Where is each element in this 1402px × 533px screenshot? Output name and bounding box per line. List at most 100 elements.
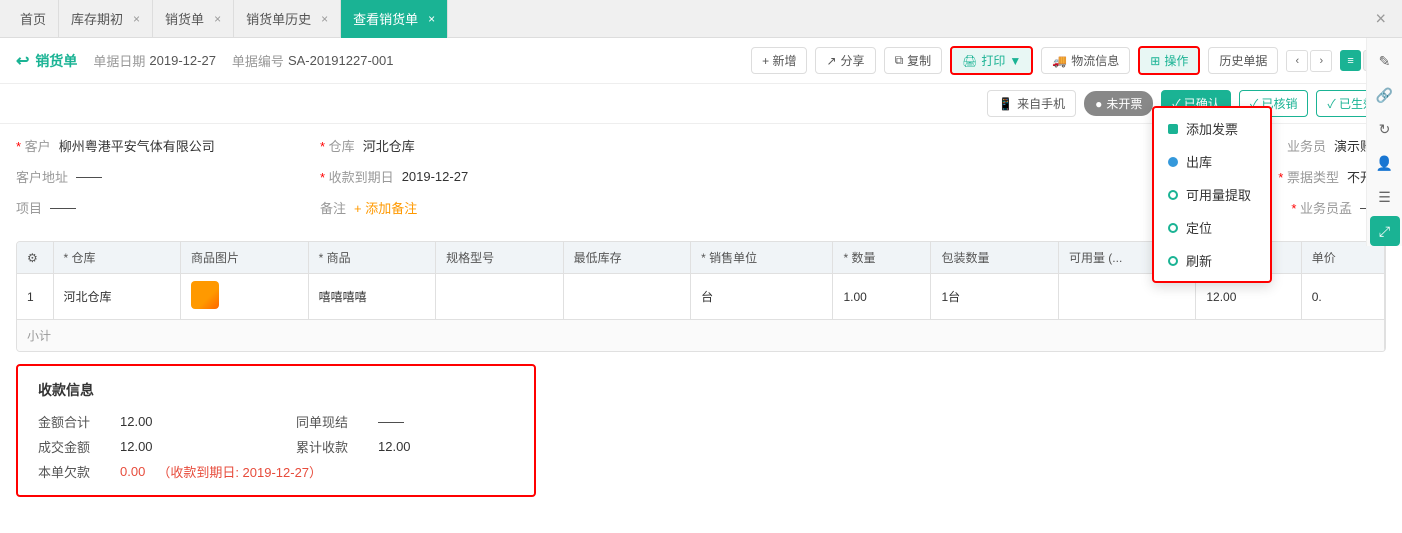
sidebar-link-icon[interactable]: 🔗 <box>1370 80 1400 110</box>
doc-title: ↩ 销货单 <box>16 51 77 71</box>
next-button[interactable]: › <box>1310 50 1332 72</box>
doc-number-label: 单据编号 <box>232 51 284 70</box>
copy-button[interactable]: ⧉ 复制 <box>884 47 943 74</box>
tab-inventory-close[interactable]: × <box>133 12 140 26</box>
customer-label: 客户 <box>16 136 51 155</box>
row-unit: 台 <box>691 274 833 320</box>
sidebar-expand-icon[interactable]: ⤢ <box>1370 216 1400 246</box>
copy-icon: ⧉ <box>895 53 904 68</box>
warehouse-value: 河北仓库 <box>363 136 415 155</box>
phone-icon: 📱 <box>998 97 1013 111</box>
add-note-button[interactable]: + 添加备注 <box>354 198 417 217</box>
payment-owed-row: 本单欠款 0.00 （收款到期日: 2019-12-27） <box>38 462 514 481</box>
dropdown-available-qty[interactable]: 可用量提取 <box>1154 178 1270 211</box>
note-label: 备注 <box>320 198 346 217</box>
payment-grid: 金额合计 12.00 同单现结 —— 成交金额 12.00 累计收款 12.00… <box>38 412 514 481</box>
qty-col-header: * 数量 <box>833 242 931 274</box>
sidebar-list-icon[interactable]: ☰ <box>1370 182 1400 212</box>
unit-col-header: * 销售单位 <box>691 242 833 274</box>
right-sidebar: ✎ 🔗 ↻ 👤 ☰ ⤢ <box>1366 38 1402 246</box>
main-area: ↩ 销货单 单据日期 2019-12-27 单据编号 SA-20191227-0… <box>0 38 1402 533</box>
dropdown-add-invoice[interactable]: 添加发票 <box>1154 112 1270 145</box>
due-date-field: 收款到期日 2019-12-27 <box>320 167 600 186</box>
row-price: 0. <box>1301 274 1384 320</box>
payment-same-order-label: 同单现结 <box>296 412 366 431</box>
payment-same-order-row: 同单现结 —— <box>296 412 514 431</box>
tab-sales-history-close[interactable]: × <box>321 12 328 26</box>
view-list-button[interactable]: ≡ <box>1340 50 1360 71</box>
address-field: 客户地址 —— <box>16 167 296 186</box>
dropdown-refresh[interactable]: 刷新 <box>1154 244 1270 277</box>
price-col-header: 单价 <box>1301 242 1384 274</box>
payment-owed-note: （收款到期日: 2019-12-27） <box>157 462 322 481</box>
subtotal-row: 小计 <box>17 320 1385 352</box>
locate-icon <box>1168 223 1178 233</box>
toolbar: + 新增 ↗ 分享 ⧉ 复制 🖨 打印 ▼ 🚚 物流信息 ⊞ 操作 <box>751 46 1386 75</box>
tab-inventory[interactable]: 库存期初 × <box>59 0 153 38</box>
print-icon: 🖨 <box>962 54 977 68</box>
sidebar-user-icon[interactable]: 👤 <box>1370 148 1400 178</box>
share-button[interactable]: ↗ 分享 <box>815 47 875 74</box>
payment-cumulative-row: 累计收款 12.00 <box>296 437 514 456</box>
doc-type-label: 销货单 <box>35 51 77 71</box>
dropdown-locate[interactable]: 定位 <box>1154 211 1270 244</box>
spec-col-header: 规格型号 <box>436 242 564 274</box>
from-phone-button[interactable]: 📱 来自手机 <box>987 90 1076 117</box>
project-field: 项目 —— <box>16 198 296 217</box>
product-col-header: * 商品 <box>308 242 436 274</box>
sidebar-refresh-icon[interactable]: ↻ <box>1370 114 1400 144</box>
payment-same-order-value: —— <box>378 414 404 429</box>
settings-col-header: ⚙ <box>17 242 53 274</box>
tab-sales[interactable]: 销货单 × <box>153 0 234 38</box>
print-dropdown-arrow: ▼ <box>1009 54 1021 68</box>
window-close-button[interactable]: × <box>1375 8 1386 29</box>
payment-deal-value: 12.00 <box>120 439 153 454</box>
history-button[interactable]: 历史单据 <box>1208 47 1278 74</box>
add-invoice-icon <box>1168 124 1178 134</box>
add-button[interactable]: + 新增 <box>751 47 807 74</box>
payment-deal-row: 成交金额 12.00 <box>38 437 256 456</box>
tab-sales-close[interactable]: × <box>214 12 221 26</box>
row-min-stock <box>563 274 691 320</box>
tab-home[interactable]: 首页 <box>8 0 59 38</box>
circle-icon: ● <box>1095 97 1102 111</box>
row-spec <box>436 274 564 320</box>
payment-owed-value: 0.00 <box>120 464 145 479</box>
sidebar-edit-icon[interactable]: ✎ <box>1370 46 1400 76</box>
ticket-type-label: 票据类型 <box>1278 167 1339 186</box>
customer-field: 客户 柳州粤港平安气体有限公司 <box>16 136 296 155</box>
due-date-value: 2019-12-27 <box>402 169 469 184</box>
tab-sales-history[interactable]: 销货单历史 × <box>234 0 341 38</box>
print-button[interactable]: 🖨 打印 ▼ <box>950 46 1033 75</box>
product-thumbnail <box>191 281 219 309</box>
logistics-button[interactable]: 🚚 物流信息 <box>1041 47 1130 74</box>
refresh-icon <box>1168 256 1178 266</box>
prev-button[interactable]: ‹ <box>1286 50 1308 72</box>
not-open-ticket-button[interactable]: ● 未开票 <box>1084 91 1153 116</box>
address-label: 客户地址 <box>16 167 68 186</box>
payment-info-box: 收款信息 金额合计 12.00 同单现结 —— 成交金额 12.00 累计收款 … <box>16 364 536 497</box>
doc-date-value: 2019-12-27 <box>149 53 216 68</box>
doc-date-label: 单据日期 <box>93 51 145 70</box>
doc-header: ↩ 销货单 单据日期 2019-12-27 单据编号 SA-20191227-0… <box>0 38 1402 84</box>
warehouse-field: 仓库 河北仓库 <box>320 136 600 155</box>
share-icon: ↗ <box>826 54 836 68</box>
warehouse-label: 仓库 <box>320 136 355 155</box>
staff2-label: 业务员孟 <box>1291 198 1352 217</box>
staff-label: 业务员 <box>1287 136 1326 155</box>
outbound-icon <box>1168 157 1178 167</box>
address-value: —— <box>76 169 102 184</box>
nav-arrows: ‹ › <box>1286 50 1332 72</box>
doc-number-value: SA-20191227-001 <box>288 53 394 68</box>
doc-icon: ↩ <box>16 51 29 71</box>
tab-view-sales[interactable]: 查看销货单 × <box>341 0 448 38</box>
operation-button[interactable]: ⊞ 操作 <box>1138 46 1200 75</box>
dropdown-outbound[interactable]: 出库 <box>1154 145 1270 178</box>
tab-bar: 首页 库存期初 × 销货单 × 销货单历史 × 查看销货单 × × <box>0 0 1402 38</box>
doc-date-field: 单据日期 2019-12-27 <box>93 51 216 70</box>
tab-view-sales-close[interactable]: × <box>428 12 435 26</box>
project-label: 项目 <box>16 198 42 217</box>
row-product: 嘻嘻嘻嘻 <box>308 274 436 320</box>
row-pack-qty: 1台 <box>931 274 1059 320</box>
row-qty: 1.00 <box>833 274 931 320</box>
